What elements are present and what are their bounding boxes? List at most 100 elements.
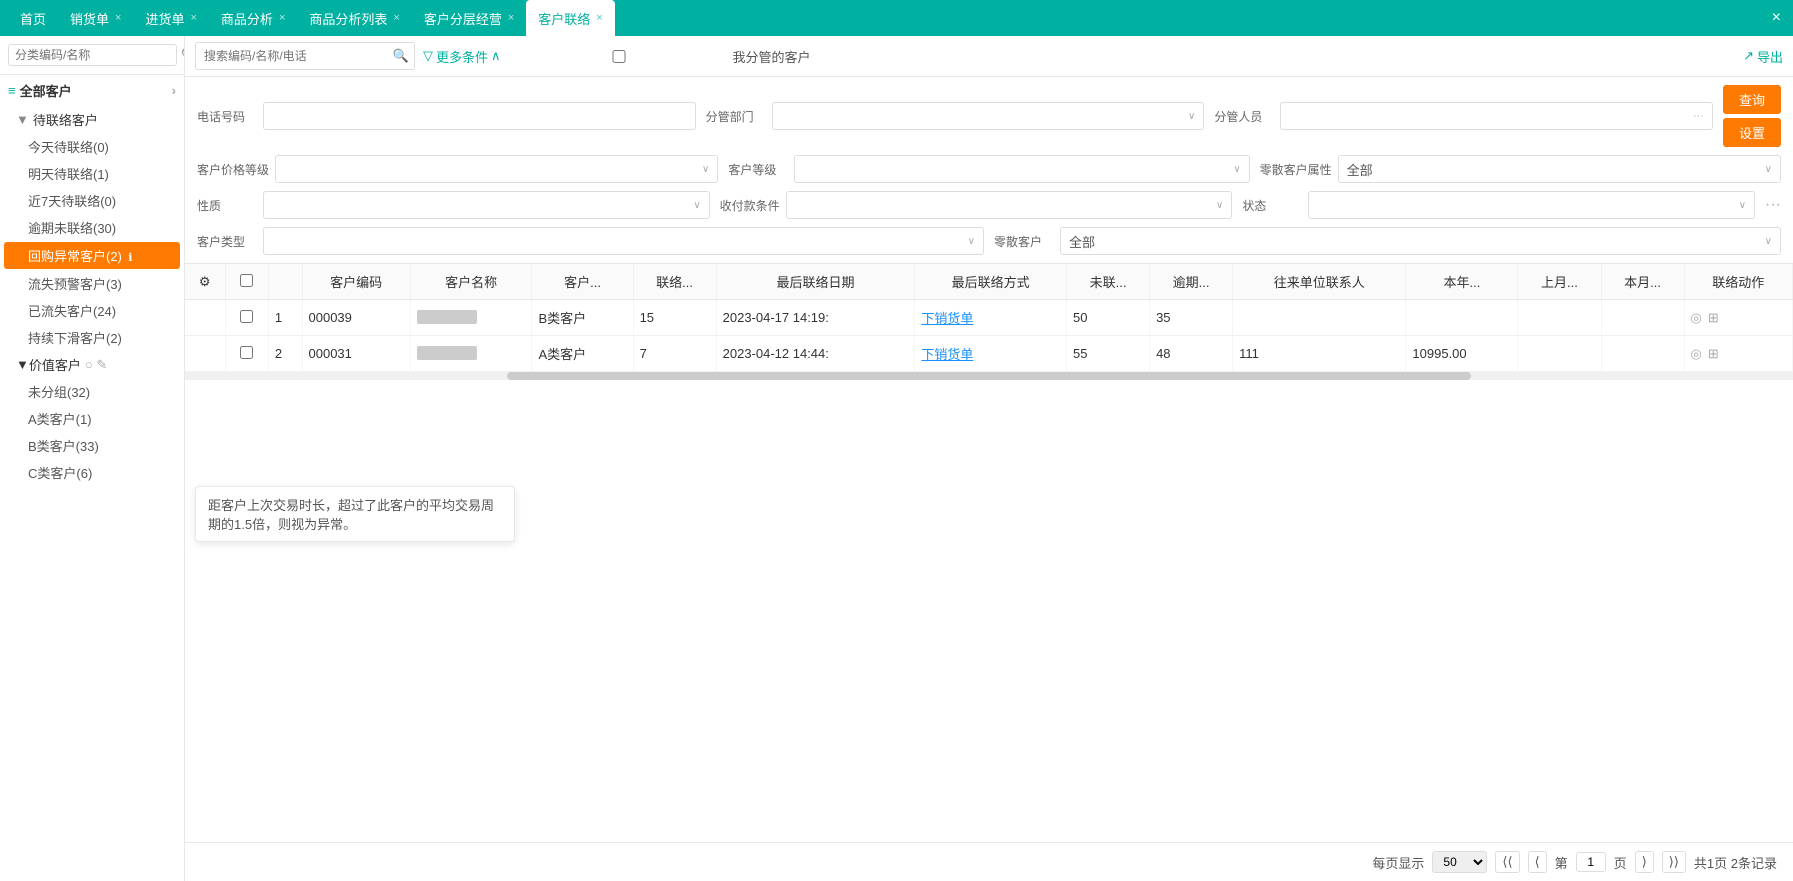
close-purchase-tab[interactable]: ×	[190, 12, 196, 24]
row2-contact-action-icon[interactable]: ◎	[1691, 346, 1702, 362]
value-customer-group[interactable]: ▼ 价值客户 ○ ✎	[0, 351, 184, 378]
sidebar-item-no-contact[interactable]: 逾期未联络(30)	[0, 214, 184, 241]
nav-item-purchase[interactable]: 进货单 ×	[133, 0, 208, 36]
filter-row-2: 客户价格等级 ∨ 客户等级 ∨ 零散客户属性 全部	[197, 155, 1781, 183]
query-button[interactable]: 查询	[1723, 85, 1781, 114]
row2-spacer	[185, 336, 225, 372]
customer-type-select[interactable]: ∨	[263, 227, 984, 255]
close-customer-segment-tab[interactable]: ×	[508, 12, 514, 24]
close-product-analysis-tab[interactable]: ×	[279, 12, 285, 24]
filter-more-dots[interactable]: ···	[1765, 196, 1781, 214]
sidebar-item-repeat-abnormal[interactable]: 回购异常客户(2) ℹ	[4, 242, 180, 269]
manager-select[interactable]: ···	[1280, 102, 1713, 130]
content-area: 🔍 ▽ 更多条件 ∧ 我分管的客户 ↗ 导出 电话号码	[185, 36, 1793, 881]
sidebar-item-already-lost[interactable]: 已流失客户(24)	[0, 297, 184, 324]
nav-item-sales[interactable]: 销货单 ×	[58, 0, 133, 36]
sidebar-item-class-b[interactable]: B类客户(33)	[0, 432, 184, 459]
row2-contact: 7	[633, 336, 716, 372]
nav-item-customer-contact[interactable]: 客户联络 ×	[526, 0, 614, 36]
filter-row-4: 客户类型 ∨ 零散客户 全部 ∨	[197, 227, 1781, 255]
nav-item-home[interactable]: 首页	[8, 0, 58, 36]
page-number-input[interactable]	[1576, 852, 1606, 872]
close-product-analysis-list-tab[interactable]: ×	[393, 12, 399, 24]
main-search-icon[interactable]: 🔍	[393, 48, 409, 64]
window-close-button[interactable]: ×	[1772, 9, 1781, 27]
nav-item-customer-segment[interactable]: 客户分层经营 ×	[412, 0, 526, 36]
row2-more-action-icon[interactable]: ⊞	[1708, 346, 1719, 362]
table-header-row: ⚙ 客户编码 客户名称 客户...	[185, 264, 1793, 300]
all-customers-header[interactable]: ≡ 全部客户 ›	[0, 75, 184, 106]
row1-last-contact-method[interactable]: 下销货单	[915, 300, 1067, 336]
close-customer-contact-tab[interactable]: ×	[596, 12, 602, 24]
export-button[interactable]: ↗ 导出	[1743, 47, 1783, 66]
edit-icons[interactable]: ○ ✎	[85, 357, 107, 373]
sidebar-item-class-c[interactable]: C类客户(6)	[0, 459, 184, 486]
row1-company-contact	[1233, 300, 1406, 336]
gender-select[interactable]: ∨	[263, 191, 710, 219]
settings-button[interactable]: 设置	[1723, 118, 1781, 147]
sidebar-item-continuous-drop[interactable]: 持续下滑客户(2)	[0, 324, 184, 351]
select-all-checkbox[interactable]	[240, 274, 253, 287]
status-arrow: ∨	[1739, 200, 1746, 211]
close-sales-tab[interactable]: ×	[115, 12, 121, 24]
sidebar: 🔍 ≡ 全部客户 › ▼ 待联络客户 今天待联络(0) 明天待联络(1) 近7天…	[0, 36, 185, 881]
row1-contact-action-icon[interactable]: ◎	[1691, 310, 1702, 326]
row1-checkbox[interactable]	[240, 310, 253, 323]
sidebar-item-class-a[interactable]: A类客户(1)	[0, 405, 184, 432]
row1-more-action-icon[interactable]: ⊞	[1708, 310, 1719, 326]
row1-checkbox-cell[interactable]	[225, 300, 268, 336]
prev-page-btn[interactable]: ⟨	[1528, 851, 1547, 873]
checkbox-col-header[interactable]	[225, 264, 268, 300]
nav-item-product-analysis[interactable]: 商品分析 ×	[209, 0, 297, 36]
main-search-input[interactable]	[195, 42, 415, 70]
nav-item-product-analysis-list[interactable]: 商品分析列表 ×	[297, 0, 411, 36]
my-customers-checkbox[interactable]	[509, 50, 729, 63]
last-page-btn[interactable]: ⟩⟩	[1662, 851, 1686, 873]
sidebar-search-area: 🔍	[0, 36, 184, 75]
per-page-select[interactable]: 50 100	[1432, 851, 1487, 873]
row1-index: 1	[268, 300, 302, 336]
horizontal-scrollbar[interactable]	[185, 372, 1793, 380]
manager-dots-icon: ···	[1693, 110, 1704, 122]
sidebar-item-today[interactable]: 今天待联络(0)	[0, 133, 184, 160]
first-page-btn[interactable]: ⟨⟨	[1495, 851, 1519, 873]
more-conditions-btn[interactable]: ▽ 更多条件 ∧	[423, 47, 501, 66]
row1-overdue: 35	[1150, 300, 1233, 336]
row2-checkbox[interactable]	[240, 346, 253, 359]
customer-grade-select[interactable]: ∨	[794, 155, 1249, 183]
next-page-btn[interactable]: ⟩	[1635, 851, 1654, 873]
row2-current-year: 10995.00	[1406, 336, 1518, 372]
payment-select[interactable]: ∨	[786, 191, 1233, 219]
row1-this-month	[1601, 300, 1684, 336]
row1-current-year	[1406, 300, 1518, 336]
retail-customer-select[interactable]: 全部 ∨	[1060, 227, 1781, 255]
dept-field: 分管部门 ∨	[706, 102, 1205, 130]
value-customer-arrow: ▼	[16, 357, 29, 372]
sidebar-item-tomorrow[interactable]: 明天待联络(1)	[0, 160, 184, 187]
row1-actions: ◎ ⊞	[1684, 300, 1792, 336]
sidebar-item-7days[interactable]: 近7天待联络(0)	[0, 187, 184, 214]
phone-input[interactable]	[263, 102, 696, 130]
settings-col-header[interactable]: ⚙	[185, 264, 225, 300]
payment-field: 收付款条件 ∨	[720, 191, 1233, 219]
row2-last-contact-method[interactable]: 下销货单	[915, 336, 1067, 372]
retail-attr-arrow: ∨	[1765, 164, 1772, 175]
retail-attr-select[interactable]: 全部 ∨	[1338, 155, 1781, 183]
gender-arrow: ∨	[693, 200, 700, 211]
sidebar-item-lost-risk[interactable]: 流失预警客户(3)	[0, 270, 184, 297]
scroll-thumb[interactable]	[507, 372, 1472, 380]
category-search-input[interactable]	[8, 44, 177, 66]
table-settings-icon[interactable]: ⚙	[199, 274, 211, 289]
row1-spacer	[185, 300, 225, 336]
row2-checkbox-cell[interactable]	[225, 336, 268, 372]
price-grade-select[interactable]: ∨	[275, 155, 718, 183]
status-field: 状态 ∨	[1242, 191, 1755, 219]
status-select[interactable]: ∨	[1308, 191, 1755, 219]
name-col-header: 客户名称	[410, 264, 532, 300]
dept-select[interactable]: ∨	[772, 102, 1205, 130]
pending-contact-group[interactable]: ▼ 待联络客户	[0, 106, 184, 133]
sidebar-item-unassigned[interactable]: 未分组(32)	[0, 378, 184, 405]
last-month-col-header: 上月...	[1518, 264, 1601, 300]
row2-not-contact: 55	[1067, 336, 1150, 372]
row2-type: A类客户	[532, 336, 633, 372]
